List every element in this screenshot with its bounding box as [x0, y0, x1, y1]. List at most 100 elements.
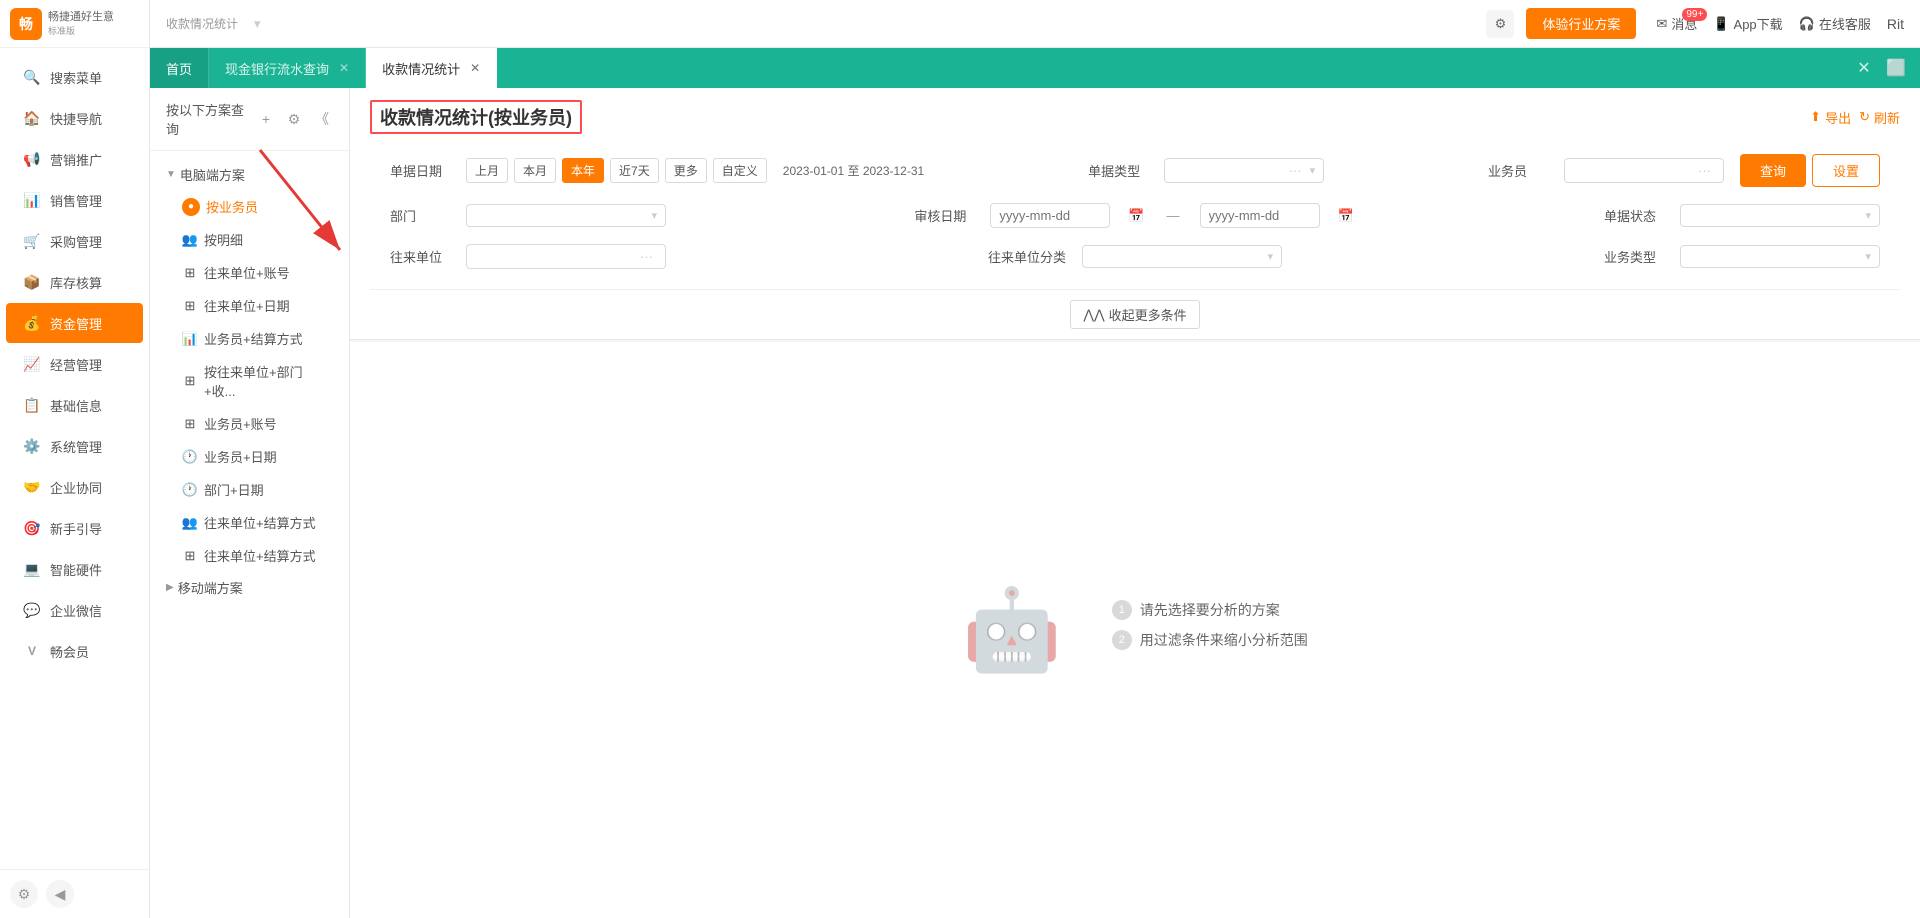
page-title-row: 收款情况统计(按业务员) ⬆ 导出 ↻ 刷新: [370, 100, 1900, 134]
partner-select[interactable]: ···: [466, 244, 666, 269]
chevron-down-icon: ▾: [1310, 164, 1316, 177]
refresh-button[interactable]: ↻ 刷新: [1859, 108, 1900, 127]
tab-bank[interactable]: 现金银行流水查询 ✕: [209, 48, 366, 88]
logo-badge: 标准版: [48, 24, 114, 37]
tab-home[interactable]: 首页: [150, 48, 209, 88]
desktop-scheme-label: 电脑端方案: [180, 165, 245, 184]
maximize-window-button[interactable]: ⬜: [1884, 56, 1908, 80]
table-icon: ⊞: [182, 548, 198, 564]
scheme-by-detail[interactable]: 👥 按明细: [150, 223, 349, 256]
scheme-partner-dept[interactable]: ⊞ 按往来单位+部门+收...: [150, 355, 349, 407]
scheme-dept-date[interactable]: 🕐 部门+日期: [150, 473, 349, 506]
date-range-display: 2023-01-01 至 2023-12-31: [783, 162, 924, 179]
sidebar-item-purchase[interactable]: 🛒 采购管理: [6, 221, 143, 261]
mobile-scheme-section[interactable]: ▶ 移动端方案: [150, 572, 349, 603]
scheme-salesman-settlement[interactable]: 📊 业务员+结算方式: [150, 322, 349, 355]
scheme-partner-account[interactable]: ⊞ 往来单位+账号: [150, 256, 349, 289]
logo-icon: 畅: [10, 8, 42, 40]
date-this-month-btn[interactable]: 本月: [514, 158, 556, 183]
collapse-sidebar-button[interactable]: ◀: [46, 880, 74, 908]
topbar-breadcrumb: 收款情况统计: [166, 15, 238, 32]
sidebar-item-wechat[interactable]: 💬 企业微信: [6, 590, 143, 630]
app-label: App下载: [1734, 14, 1783, 33]
scheme-partner-settlement2[interactable]: ⊞ 往来单位+结算方式: [150, 539, 349, 572]
sidebar-item-hardware[interactable]: 💻 智能硬件: [6, 549, 143, 589]
date-more-btn[interactable]: 更多: [665, 158, 707, 183]
sales-icon: 📊: [22, 190, 42, 210]
sidebar-item-member[interactable]: V 畅会员: [6, 631, 143, 671]
sidebar-item-system[interactable]: ⚙️ 系统管理: [6, 426, 143, 466]
sidebar-item-enterprise[interactable]: 🤝 企业协同: [6, 467, 143, 507]
collapse-panel-button[interactable]: 《: [311, 108, 333, 130]
sidebar-item-sales[interactable]: 📊 销售管理: [6, 180, 143, 220]
sidebar-item-finance[interactable]: 💰 资金管理: [6, 303, 143, 343]
table-icon: ⊞: [182, 265, 198, 281]
date-custom-btn[interactable]: 自定义: [713, 158, 767, 183]
tab-collection[interactable]: 收款情况统计 ✕: [366, 48, 497, 88]
wechat-icon: 💬: [22, 600, 42, 620]
chevron-down-icon: ▾: [1865, 209, 1871, 222]
collapse-filter-bar[interactable]: ⋀⋀ 收起更多条件: [370, 289, 1900, 339]
filter-row-3: 往来单位 ··· 往来单位分类 ▾ 业务类型: [390, 236, 1880, 277]
export-label: 导出: [1825, 108, 1851, 127]
date-this-year-btn[interactable]: 本年: [562, 158, 604, 183]
query-button[interactable]: 查询: [1740, 154, 1806, 187]
tab-bank-close[interactable]: ✕: [339, 61, 349, 75]
refresh-icon: ↻: [1859, 109, 1870, 125]
scheme-settings-button[interactable]: ⚙: [283, 108, 305, 130]
date-separator: —: [1167, 208, 1180, 223]
setting-button[interactable]: 设置: [1812, 154, 1880, 187]
doc-type-select[interactable]: ··· ▾: [1164, 158, 1324, 183]
review-date-from-input[interactable]: [990, 203, 1110, 228]
export-button[interactable]: ⬆ 导出: [1810, 108, 1851, 127]
table-icon: ⊞: [182, 373, 198, 389]
collapse-filter-button[interactable]: ⋀⋀ 收起更多条件: [1070, 300, 1199, 329]
refresh-label: 刷新: [1874, 108, 1900, 127]
scheme-salesman-account[interactable]: ⊞ 业务员+账号: [150, 407, 349, 440]
close-window-button[interactable]: ✕: [1852, 56, 1876, 80]
logo-area: 畅 畅捷通好生意 标准版: [0, 0, 149, 48]
review-date-to-input[interactable]: [1200, 203, 1320, 228]
topbar-gear-button[interactable]: ⚙: [1486, 10, 1514, 38]
page-title: 收款情况统计(按业务员): [370, 100, 582, 134]
trial-button[interactable]: 体验行业方案: [1526, 8, 1636, 39]
scheme-partner-date[interactable]: ⊞ 往来单位+日期: [150, 289, 349, 322]
sidebar-item-search[interactable]: 🔍 搜索菜单: [6, 57, 143, 97]
sidebar-item-business[interactable]: 📈 经营管理: [6, 344, 143, 384]
sidebar-item-label: 库存核算: [50, 273, 102, 292]
add-scheme-button[interactable]: +: [255, 108, 277, 130]
scheme-by-salesman[interactable]: ● 按业务员: [150, 190, 349, 223]
partner-category-select[interactable]: ▾: [1082, 245, 1282, 268]
enterprise-icon: 🤝: [22, 477, 42, 497]
dept-select[interactable]: ▾: [466, 204, 666, 227]
sidebar-item-basic[interactable]: 📋 基础信息: [6, 385, 143, 425]
settings-bottom-button[interactable]: ⚙: [10, 880, 38, 908]
partner-label: 往来单位: [390, 247, 450, 266]
tab-collection-close[interactable]: ✕: [470, 61, 480, 75]
sidebar-item-guide[interactable]: 🎯 新手引导: [6, 508, 143, 548]
doc-status-select[interactable]: ▾: [1680, 204, 1880, 227]
salesman-select[interactable]: ···: [1564, 158, 1724, 183]
scheme-panel: 按以下方案查询 + ⚙ 《 ▼ 电脑端方案 ● 按业务员 👥 按: [150, 88, 350, 918]
date-7days-btn[interactable]: 近7天: [610, 158, 659, 183]
scheme-salesman-date[interactable]: 🕐 业务员+日期: [150, 440, 349, 473]
sidebar-item-quicknav[interactable]: 🏠 快捷导航: [6, 98, 143, 138]
sidebar-item-label: 基础信息: [50, 396, 102, 415]
marketing-icon: 📢: [22, 149, 42, 169]
scheme-partner-settlement1[interactable]: 👥 往来单位+结算方式: [150, 506, 349, 539]
sidebar-item-marketing[interactable]: 📢 营销推广: [6, 139, 143, 179]
clock-icon: 🕐: [182, 482, 198, 498]
date-prev-month-btn[interactable]: 上月: [466, 158, 508, 183]
empty-content: 🤖 1 请先选择要分析的方案 2 用过滤条件来缩小分析范围: [962, 583, 1308, 677]
sidebar-item-label: 资金管理: [50, 314, 102, 333]
biz-type-select[interactable]: ▾: [1680, 245, 1880, 268]
message-button[interactable]: ✉ 消息 99+: [1656, 14, 1697, 33]
scheme-panel-actions: + ⚙ 《: [255, 108, 333, 130]
sidebar-nav: 🔍 搜索菜单 🏠 快捷导航 📢 营销推广 📊 销售管理 🛒 采购管理 📦 库存核…: [0, 48, 149, 869]
sidebar-item-inventory[interactable]: 📦 库存核算: [6, 262, 143, 302]
desktop-scheme-section[interactable]: ▼ 电脑端方案: [150, 159, 349, 190]
sidebar-item-label: 营销推广: [50, 150, 102, 169]
app-download-button[interactable]: 📱 App下载: [1713, 14, 1782, 33]
online-service-button[interactable]: 🎧 在线客服: [1799, 14, 1871, 33]
filter-action-buttons: 查询 设置: [1740, 154, 1880, 187]
